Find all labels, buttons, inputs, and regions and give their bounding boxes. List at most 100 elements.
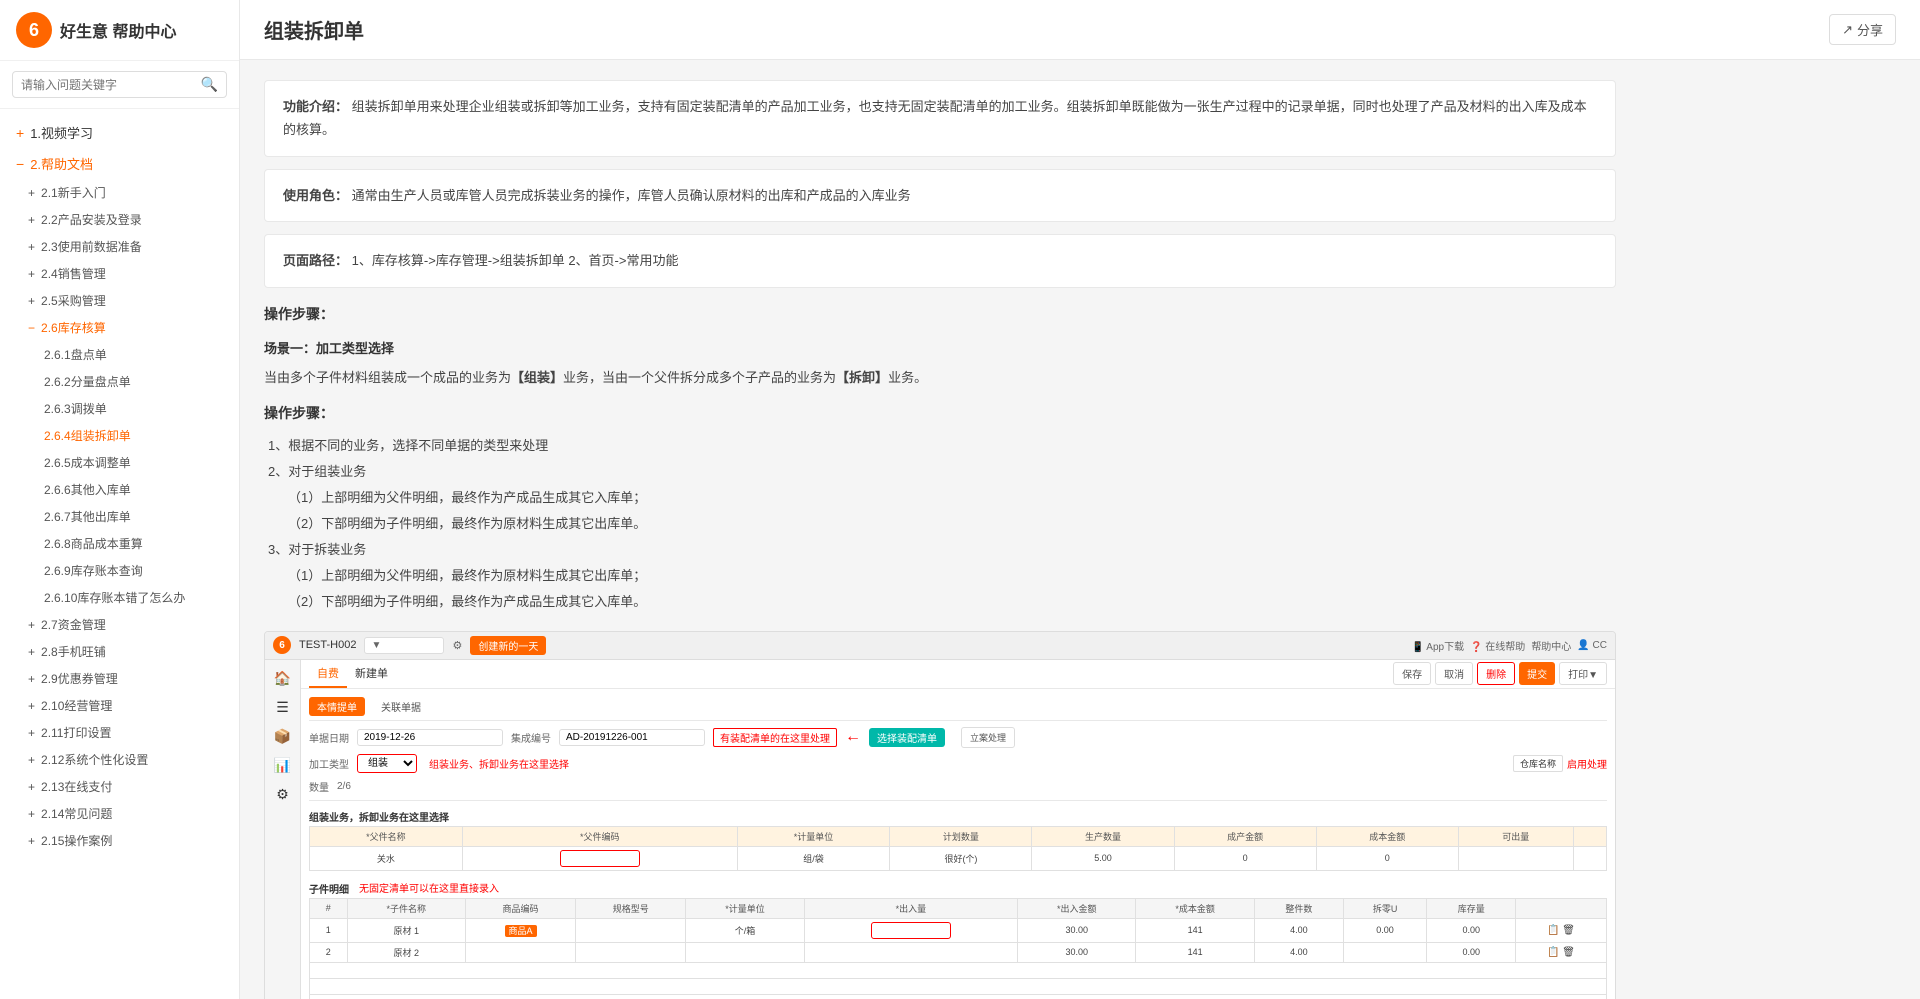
sidebar-item-24[interactable]: + 2.4销售管理 (28, 260, 239, 287)
sidebar-item-213[interactable]: + 2.13在线支付 (28, 773, 239, 800)
mock-lower-th-name: *子件名称 (347, 898, 465, 918)
mock-lower-td-code: 商品A (465, 918, 575, 942)
mock-row2-del-icon[interactable]: 🗑 (1562, 947, 1575, 958)
mock-lower-td-inoamt2: 30.00 (1018, 942, 1136, 962)
mock-tab-new[interactable]: 新建单 (347, 660, 396, 688)
mock-upper-td-amt: 0 (1174, 846, 1316, 870)
sidebar-item-267[interactable]: 2.6.7其他出库单 (44, 503, 239, 530)
mock-lower-section-label: 子件明细 (309, 877, 349, 898)
plus-icon: + (28, 618, 35, 632)
mock-menu-icon[interactable]: ☰ (265, 693, 300, 722)
sidebar-item-2610[interactable]: 2.6.10库存账本错了怎么办 (44, 584, 239, 611)
mock-confirm-btn[interactable]: 立案处理 (961, 727, 1015, 748)
role-block: 使用角色： 通常由生产人员或库管人员完成拆装业务的操作，库管人员确认原材料的出库… (264, 169, 1616, 222)
plus-icon: + (28, 213, 35, 227)
mock-row-copy-icon[interactable]: 📋 (1547, 925, 1559, 936)
search-box[interactable]: 🔍 (12, 71, 227, 98)
mock-assembly-btn[interactable]: 选择装配清单 (869, 728, 945, 747)
sidebar-item-23[interactable]: + 2.3使用前数据准备 (28, 233, 239, 260)
sidebar-item-214[interactable]: + 2.14常见问题 (28, 800, 239, 827)
mock-create-btn[interactable]: 创建新的一天 (470, 636, 546, 655)
sidebar-item-211[interactable]: + 2.11打印设置 (28, 719, 239, 746)
sidebar-item-22[interactable]: + 2.2产品安装及登录 (28, 206, 239, 233)
sidebar-item-265[interactable]: 2.6.5成本调整单 (44, 449, 239, 476)
mock-lower-code-badge: 商品A (505, 925, 537, 937)
step3-sub2: （2）下部明细为子件明细，最终作为产成品生成其它入库单。 (288, 589, 1616, 615)
mock-save-btn[interactable]: 保存 (1393, 662, 1431, 685)
search-input[interactable] (21, 78, 201, 92)
sidebar-item-210[interactable]: + 2.10经营管理 (28, 692, 239, 719)
mock-row-del-icon[interactable]: 🗑 (1562, 925, 1575, 936)
plus-icon: + (28, 186, 35, 200)
sidebar-item-212[interactable]: + 2.12系统个性化设置 (28, 746, 239, 773)
mock-gear-icon[interactable]: ⚙ (265, 780, 300, 809)
mock-type-select[interactable]: 组装 拆卸 (357, 754, 417, 773)
step2-sub2: （2）下部明细为子件明细，最终作为原材料生成其它出库单。 (288, 511, 1616, 537)
sidebar-item-269[interactable]: 2.6.9库存账本查询 (44, 557, 239, 584)
mock-tab-self[interactable]: 自费 (309, 660, 347, 688)
ops-title: 操作步骤： (264, 304, 1616, 324)
step3-subs: （1）上部明细为父件明细，最终作为原材料生成其它出库单； （2）下部明细为子件明… (288, 563, 1616, 615)
share-icon: ↗ (1842, 22, 1853, 38)
mock-chart-icon[interactable]: 📊 (265, 751, 300, 780)
mock-store-dropdown[interactable]: ▼ (364, 637, 444, 654)
sidebar-item-215[interactable]: + 2.15操作案例 (28, 827, 239, 854)
sidebar-item-261[interactable]: 2.6.1盘点单 (44, 341, 239, 368)
sidebar-item-label: 2.4销售管理 (41, 265, 106, 282)
mock-cancel-btn[interactable]: 取消 (1435, 662, 1473, 685)
sidebar-item-label: 2.12系统个性化设置 (41, 751, 148, 768)
sidebar-item-268[interactable]: 2.6.8商品成本重算 (44, 530, 239, 557)
mock-lower-th-stock: 库存量 (1427, 898, 1516, 918)
mock-upper-td-unit: 组/袋 (737, 846, 890, 870)
mock-avatar: 👤 CC (1577, 640, 1607, 651)
sidebar-item-28[interactable]: + 2.8手机旺铺 (28, 638, 239, 665)
sidebar-item-266[interactable]: 2.6.6其他入库单 (44, 476, 239, 503)
mock-lower-inout-input[interactable] (871, 922, 951, 939)
func-intro-text: 组装拆卸单用来处理企业组装或拆卸等加工业务，支持有固定装配清单的产品加工业务，也… (283, 99, 1587, 137)
mock-num-input[interactable] (559, 729, 705, 746)
sidebar-item-264[interactable]: 2.6.4组装拆卸单 (44, 422, 239, 449)
mock-row2-copy-icon[interactable]: 📋 (1547, 947, 1559, 958)
sidebar-item-label: 2.13在线支付 (41, 778, 112, 795)
mock-date-input[interactable] (357, 729, 503, 746)
mock-box-icon[interactable]: 📦 (265, 722, 300, 751)
mock-inner-tabs: 本情提单 关联单据 (309, 697, 1607, 721)
mock-annotation-text1: 有装配清单的在这里处理 (720, 734, 830, 745)
sidebar-item-label: 2.3使用前数据准备 (41, 238, 142, 255)
plus-icon: + (28, 834, 35, 848)
sidebar-item-27[interactable]: + 2.7资金管理 (28, 611, 239, 638)
share-button[interactable]: ↗ 分享 (1829, 14, 1896, 45)
sidebar-item-29[interactable]: + 2.9优惠券管理 (28, 665, 239, 692)
minus-icon: − (28, 321, 35, 335)
mock-help-icon: ❓ 在线帮助 (1470, 638, 1525, 653)
mock-tab-record[interactable]: 本情提单 (309, 697, 365, 716)
content-area: 功能介绍： 组装拆卸单用来处理企业组装或拆卸等加工业务，支持有固定装配清单的产品… (240, 60, 1640, 999)
plus-icon: + (28, 267, 35, 281)
mock-print-btn[interactable]: 打印▼ (1559, 662, 1607, 685)
mock-home-icon[interactable]: 🏠 (265, 664, 300, 693)
sidebar-item-263[interactable]: 2.6.3调拨单 (44, 395, 239, 422)
scene1-title: 场景一：加工类型选择 (264, 338, 1616, 357)
sidebar-item-262[interactable]: 2.6.2分量盘点单 (44, 368, 239, 395)
mock-warehouse-input[interactable]: 仓库名称 (1513, 755, 1563, 772)
mock-lower-td-idx: 1 (310, 918, 348, 942)
app-name: 好生意 帮助中心 (60, 18, 176, 42)
sidebar-item-docs[interactable]: − 2.帮助文档 (0, 148, 239, 179)
mock-sync-icon: ⚙ (452, 639, 462, 652)
plus-icon: + (28, 240, 35, 254)
mock-lower-td-split2 (1343, 942, 1426, 962)
mock-type-label: 加工类型 (309, 756, 349, 771)
mock-upper-td-code (462, 846, 737, 870)
mock-upper-code-input[interactable] (560, 850, 640, 867)
sidebar-item-video[interactable]: + 1.视频学习 (0, 117, 239, 148)
mock-delete-btn[interactable]: 删除 (1477, 662, 1515, 685)
mock-submit-btn[interactable]: 提交 (1519, 662, 1555, 685)
mock-upper-td-name: 关水 (310, 846, 463, 870)
sidebar-item-21[interactable]: + 2.1新手入门 (28, 179, 239, 206)
mock-tab-related[interactable]: 关联单据 (373, 697, 429, 716)
search-icon[interactable]: 🔍 (201, 76, 218, 93)
mock-upper-th-avail: 可出量 (1458, 826, 1573, 846)
sidebar-item-25[interactable]: + 2.5采购管理 (28, 287, 239, 314)
mock-annotation-box1: 有装配清单的在这里处理 (713, 728, 837, 747)
sidebar-item-26[interactable]: − 2.6库存核算 (28, 314, 239, 341)
